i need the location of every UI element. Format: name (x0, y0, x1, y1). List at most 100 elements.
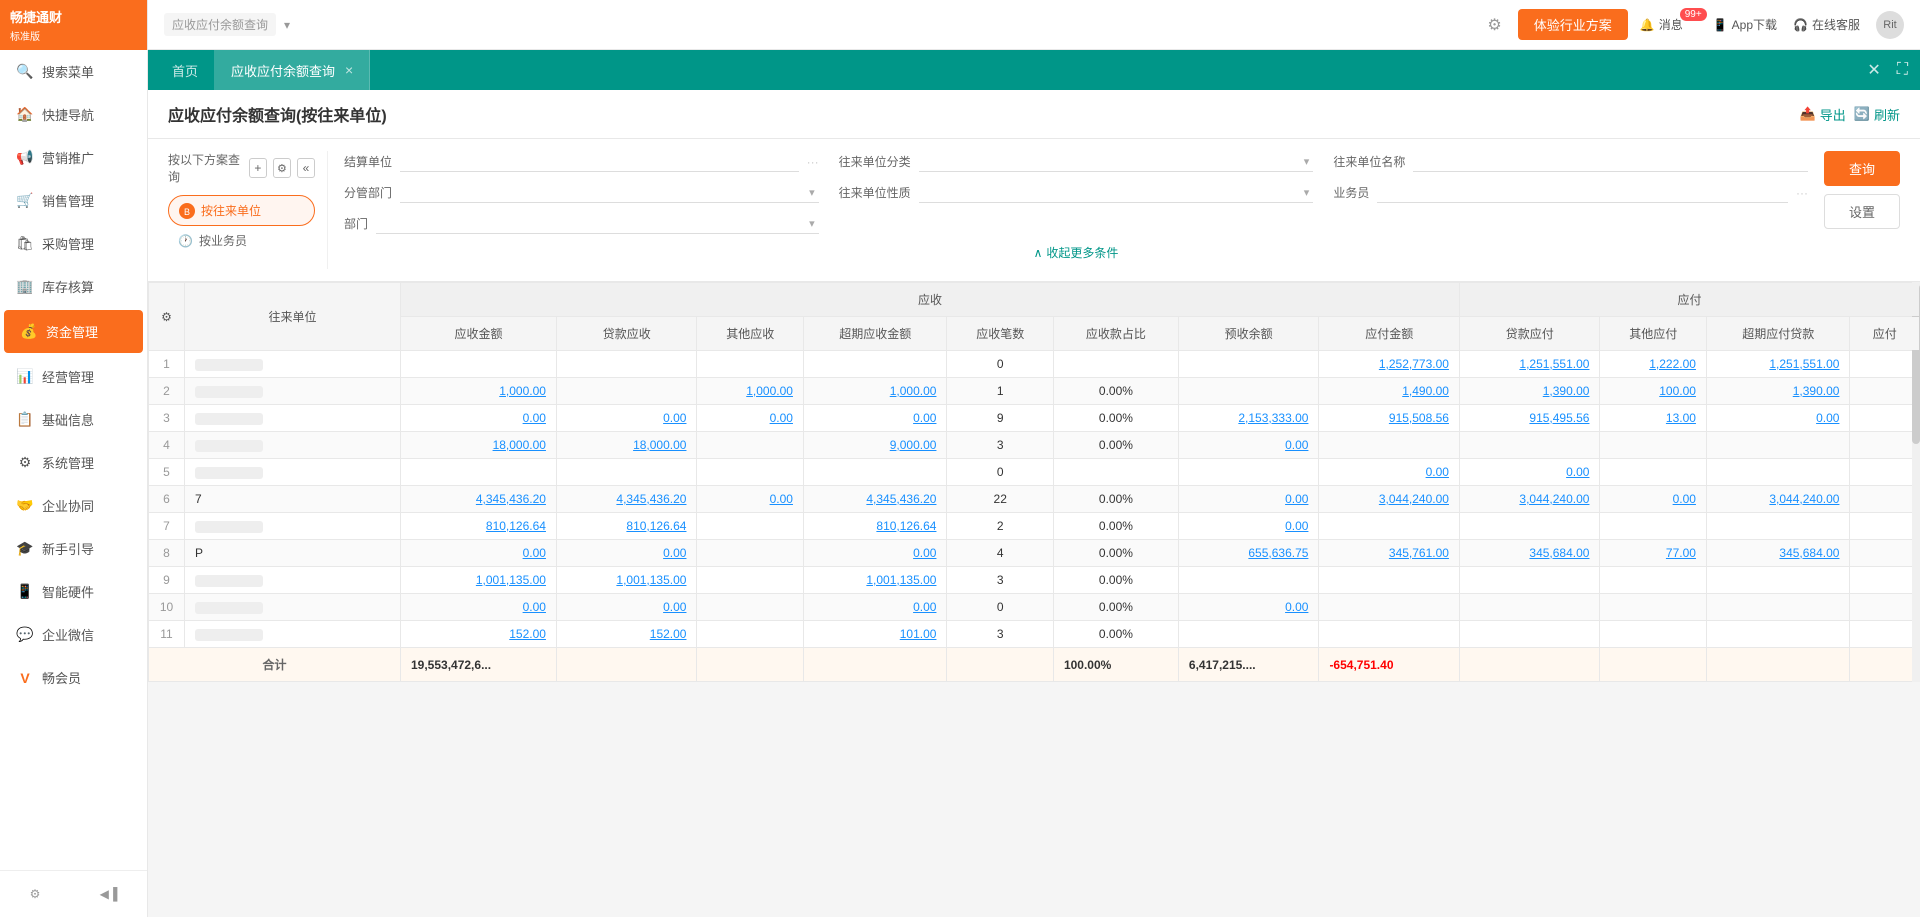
breadcrumb-dropdown-icon[interactable]: ▾ (284, 18, 290, 32)
filter-collapse-button[interactable]: ∧ 收起更多条件 (1034, 244, 1119, 261)
th-ar-overdue: 超期应收金额 (803, 317, 947, 351)
finance-icon: 💰 (20, 323, 38, 340)
settlement-unit-dots[interactable]: ··· (807, 155, 819, 169)
footer-ar-ratio: 100.00% (1053, 648, 1178, 682)
th-settings[interactable]: ⚙ (149, 283, 185, 351)
th-ap-group: 应付 (1459, 283, 1919, 317)
table-row: 1████████01,252,773.001,251,551.001,222.… (149, 351, 1920, 378)
footer-ar-count (947, 648, 1053, 682)
settings-bottom-button[interactable]: ⚙ (22, 879, 49, 909)
tab-close-window-icon[interactable]: ✕ (1863, 56, 1884, 84)
filter-action-buttons: 查询 设置 (1824, 151, 1900, 269)
sidebar-item-label: 营销推广 (42, 148, 94, 167)
user-avatar[interactable]: Rit (1876, 11, 1904, 39)
scheme-active-icon: B (179, 203, 195, 219)
filter-settlement-unit: 结算单位 ··· (344, 151, 819, 172)
sidebar-item-label: 经营管理 (42, 367, 94, 386)
scheme-by-salesman[interactable]: 🕐 按业务员 (168, 226, 315, 255)
sidebar-item-guide[interactable]: 🎓 新手引导 (0, 527, 147, 570)
footer-ap-amount: -654,751.40 (1319, 648, 1460, 682)
salesman-dots[interactable]: ··· (1796, 186, 1808, 200)
tab-fullscreen-icon[interactable]: ⛶ (1893, 57, 1912, 83)
tab-ar-ap[interactable]: 应收应付余额查询 × (215, 50, 370, 90)
sidebar-item-inventory[interactable]: 🏢 库存核算 (0, 265, 147, 308)
sidebar-item-operation[interactable]: 📊 经营管理 (0, 355, 147, 398)
table-gear-icon[interactable]: ⚙ (161, 310, 172, 324)
sidebar-item-sales[interactable]: 🛒 销售管理 (0, 179, 147, 222)
filter-customer-category: 往来单位分类 ▾ (839, 151, 1314, 172)
tab-close-icon[interactable]: × (345, 62, 353, 78)
sidebar-item-system[interactable]: ⚙ 系统管理 (0, 441, 147, 484)
sidebar-item-smart-hw[interactable]: 📱 智能硬件 (0, 570, 147, 613)
sidebar-logo-sub: 标准版 (10, 28, 62, 43)
table-container[interactable]: ⚙ 往来单位 应收 应付 应收金额 贷款应收 其他应收 超期应收金额 (148, 282, 1920, 682)
notification-badge: 99+ (1680, 8, 1707, 21)
sidebar-item-label: 资金管理 (46, 322, 98, 341)
settlement-unit-input[interactable] (400, 151, 799, 172)
filter-collapse-icon[interactable]: « (297, 158, 315, 178)
salesman-input[interactable] (1377, 182, 1788, 203)
sidebar-item-basic-info[interactable]: 📋 基础信息 (0, 398, 147, 441)
top-header: 应收应付余额查询 ▾ ⚙ 体验行业方案 🔔 消息 99+ 📱 App下载 🎧 在… (148, 0, 1920, 50)
th-customer: 往来单位 (185, 283, 401, 351)
query-button[interactable]: 查询 (1824, 151, 1900, 186)
scheme-by-customer[interactable]: B 按往来单位 (168, 195, 315, 226)
sidebar-item-quick-nav[interactable]: 🏠 快捷导航 (0, 93, 147, 136)
th-ar-count: 应收笔数 (947, 317, 1053, 351)
customer-nature-label: 往来单位性质 (839, 184, 911, 201)
table-row: 3████████0.000.000.000.0090.00%2,153,333… (149, 405, 1920, 432)
filter-settings-icon[interactable]: ⚙ (273, 158, 291, 178)
salesman-label: 业务员 (1333, 184, 1369, 201)
solution-button[interactable]: 体验行业方案 (1518, 9, 1628, 40)
footer-ap-other (1600, 648, 1706, 682)
sidebar-item-marketing[interactable]: 📢 营销推广 (0, 136, 147, 179)
scheme-by-salesman-label: 按业务员 (199, 232, 247, 249)
export-button[interactable]: 📤 导出 (1800, 105, 1846, 124)
refresh-button[interactable]: 🔄 刷新 (1854, 105, 1900, 124)
customer-category-input[interactable] (923, 154, 1304, 168)
sidebar-item-label: 销售管理 (42, 191, 94, 210)
table-row: 5████████00.000.00 (149, 459, 1920, 486)
th-ar-amount: 应收金额 (401, 317, 557, 351)
customer-nature-input[interactable] (923, 185, 1304, 199)
sidebar-item-label: 基础信息 (42, 410, 94, 429)
settings-button[interactable]: 设置 (1824, 194, 1900, 229)
th-ap-loan: 贷款应付 (1459, 317, 1600, 351)
tab-ar-ap-label: 应收应付余额查询 (231, 61, 335, 80)
sidebar-item-wechat[interactable]: 💬 企业微信 (0, 613, 147, 656)
sidebar-item-enterprise-coop[interactable]: 🤝 企业协同 (0, 484, 147, 527)
th-ap-overdue: 超期应付贷款 (1706, 317, 1850, 351)
department-input[interactable] (380, 216, 809, 230)
collapse-up-icon: ∧ (1034, 246, 1043, 260)
notifications-button[interactable]: 🔔 消息 99+ (1640, 16, 1697, 33)
collapse-button[interactable]: ◀▐ (92, 879, 126, 909)
sidebar-item-purchase[interactable]: 🛍 采购管理 (0, 222, 147, 265)
table-row: 674,345,436.204,345,436.200.004,345,436.… (149, 486, 1920, 513)
table-row: 8P0.000.000.0040.00%655,636.75345,761.00… (149, 540, 1920, 567)
settings-bottom-icon: ⚙ (30, 887, 41, 901)
export-label: 导出 (1820, 105, 1846, 124)
system-icon: ⚙ (16, 454, 34, 471)
page-inner: 应收应付余额查询(按往来单位) 📤 导出 🔄 刷新 (148, 90, 1920, 682)
sidebar-item-label: 畅会员 (42, 668, 81, 687)
header-gear-icon[interactable]: ⚙ (1483, 11, 1505, 39)
header-right: 🔔 消息 99+ 📱 App下载 🎧 在线客服 Rit (1640, 11, 1904, 39)
filter-managing-dept: 分管部门 ▾ (344, 182, 819, 203)
tab-home[interactable]: 首页 (156, 50, 215, 90)
refresh-icon: 🔄 (1854, 106, 1870, 122)
app-download-button[interactable]: 📱 App下载 (1713, 16, 1777, 33)
filter-add-button[interactable]: + (249, 158, 267, 178)
svg-text:B: B (184, 207, 190, 217)
online-service-button[interactable]: 🎧 在线客服 (1793, 16, 1860, 33)
sidebar-item-label: 搜索菜单 (42, 62, 94, 81)
filter-area: 按以下方案查询 + ⚙ « B 按往来单位 🕐 (148, 139, 1920, 282)
th-ap-amount: 应付金额 (1319, 317, 1460, 351)
managing-dept-input[interactable] (404, 185, 809, 199)
sidebar-item-vip[interactable]: V 畅会员 (0, 656, 147, 699)
customer-name-input[interactable] (1413, 151, 1808, 172)
marketing-icon: 📢 (16, 149, 34, 166)
sidebar-item-search-menu[interactable]: 🔍 搜索菜单 (0, 50, 147, 93)
sidebar-item-finance[interactable]: 💰 资金管理 (4, 310, 143, 353)
wechat-icon: 💬 (16, 626, 34, 643)
table-row: 11████████152.00152.00101.0030.00% (149, 621, 1920, 648)
